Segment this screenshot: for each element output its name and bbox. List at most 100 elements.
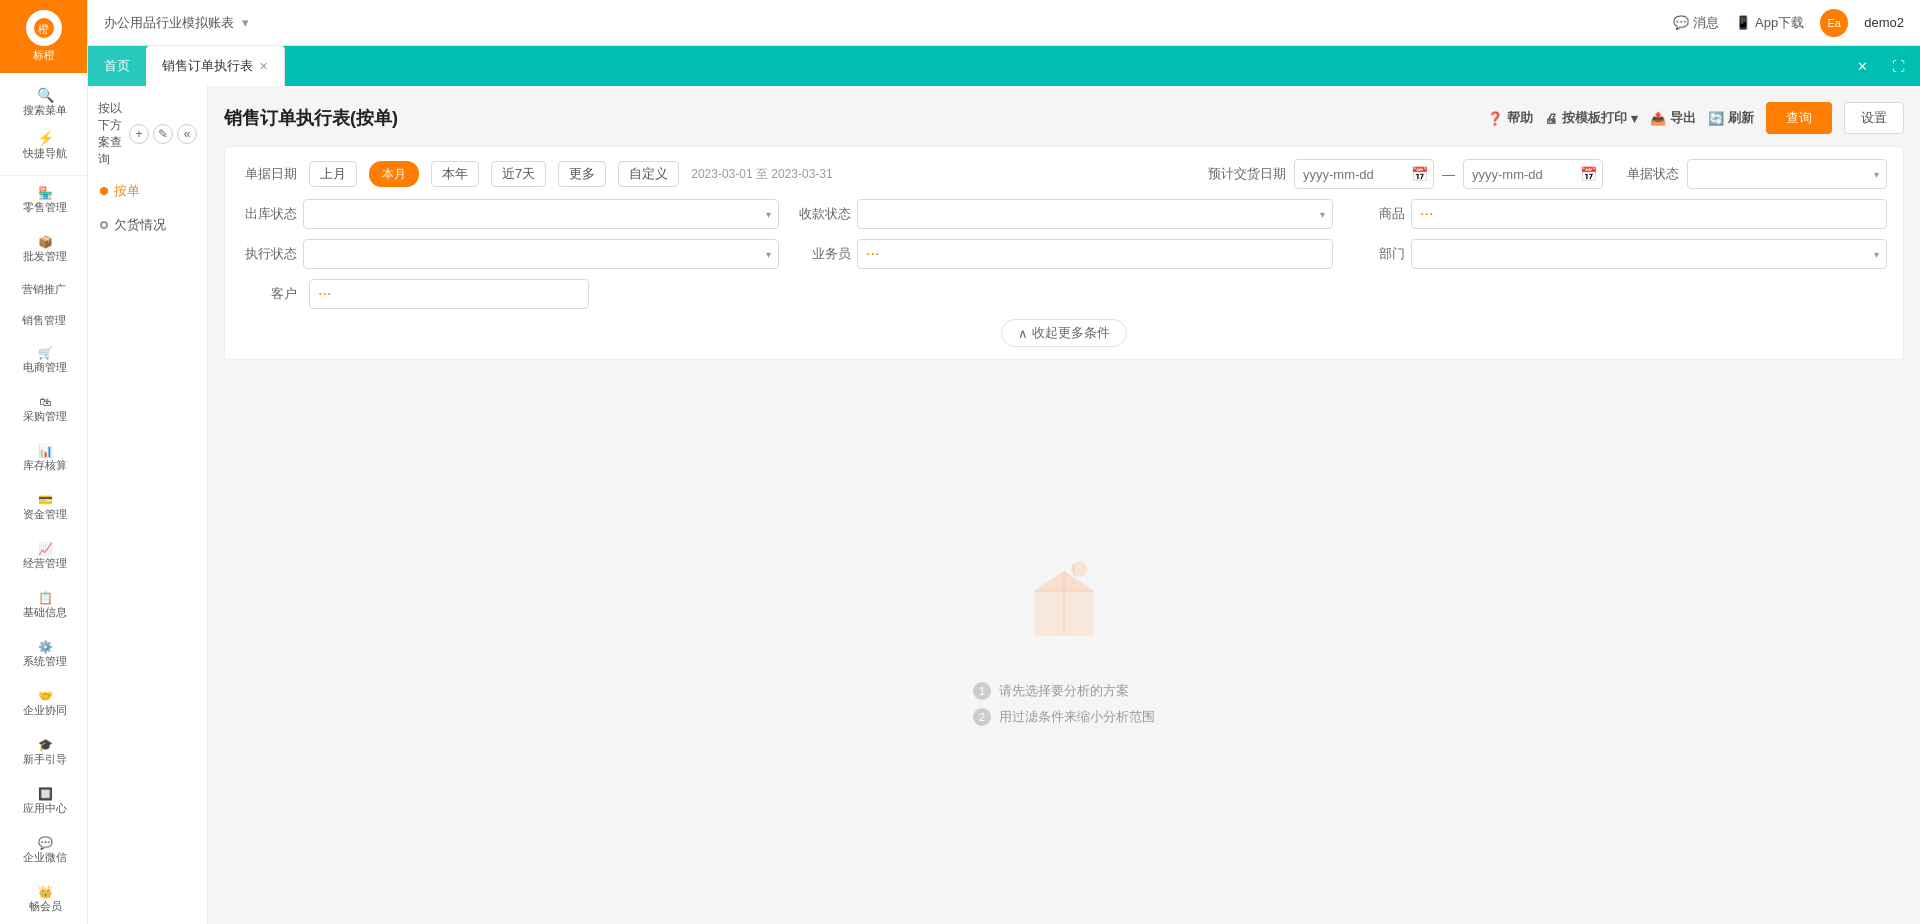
quicknav-label: 快捷导航 [23,146,67,161]
customer-label: 客户 [241,285,297,303]
sidebar-item-wholesale[interactable]: 📦 批发管理 [0,225,87,274]
search-menu-area: 🔍 搜索菜单 ⚡ 快捷导航 [0,73,87,176]
sidebar-sub-sales[interactable]: 销售管理 [0,305,87,336]
execution-label: 执行状态 [241,245,297,263]
date-btn-7days[interactable]: 近7天 [491,161,546,187]
shipment-select-wrap: ▾ [303,199,779,229]
expected-date-area: 预计交货日期 📅 — 📅 单据状态 ▾ [845,159,1887,189]
sidebar-item-basic[interactable]: 📋 基础信息 [0,581,87,630]
refresh-btn[interactable]: 🔄 刷新 [1708,109,1754,127]
message-label: 消息 [1693,14,1719,32]
edit-icon: ✎ [158,127,168,141]
sidebar-item-retail[interactable]: 🏪 零售管理 [0,176,87,225]
user-avatar[interactable]: Ea [1820,9,1848,37]
department-select[interactable] [1411,239,1887,269]
left-panel-collapse-btn[interactable]: « [177,124,197,144]
product-input-area[interactable]: ··· [1411,199,1887,229]
search-menu-label: 搜索菜单 [23,103,67,118]
left-panel-item-debt[interactable]: 欠货情况 [88,208,207,242]
execution-cell: 执行状态 ▾ [241,239,779,269]
sidebar-item-finance[interactable]: 💳 资金管理 [0,483,87,532]
product-label: 商品 [1349,205,1405,223]
empty-illustration: ! [1014,551,1114,670]
print-icon: 🖨 [1545,111,1558,126]
tip2-text: 用过滤条件来缩小分析范围 [999,708,1155,726]
tab-bar: 首页 销售订单执行表 ✕ ✕ ⛶ [88,46,1920,86]
filter-section: 单据日期 上月 本月 本年 近7天 更多 自定义 2023-03-01 至 20… [224,146,1904,360]
tab-bar-actions: ✕ ⛶ [1848,52,1920,80]
salesperson-input-area[interactable]: ··· [857,239,1333,269]
settings-button[interactable]: 设置 [1844,102,1904,134]
app-download-btn[interactable]: 📱 App下载 [1735,14,1804,32]
basic-label: 基础信息 [23,605,67,620]
export-btn[interactable]: 📤 导出 [1650,109,1696,127]
end-date-cal-icon[interactable]: 📅 [1580,166,1597,182]
left-panel-header: 按以下方案查询 + ✎ « [88,94,207,174]
execution-select[interactable] [303,239,779,269]
retail-icon: 🏪 [38,186,53,200]
operation-label: 经营管理 [23,556,67,571]
tab-home[interactable]: 首页 [88,46,146,86]
sidebar-sub-marketing[interactable]: 营销推广 [0,274,87,305]
sidebar-quicknav-btn[interactable]: ⚡ 快捷导航 [6,124,81,167]
empty-tip-2: 2 用过滤条件来缩小分析范围 [973,708,1155,726]
sidebar-item-operation[interactable]: 📈 经营管理 [0,532,87,581]
title-dropdown-icon[interactable]: ▾ [242,15,249,30]
top-header: 办公用品行业模拟账表 ▾ 💬 消息 📱 App下载 Ea demo2 [88,0,1920,46]
template-print-btn[interactable]: 🖨 按模板打印 ▾ [1545,109,1638,127]
salesperson-dots: ··· [866,245,879,263]
press-active-dot [100,187,108,195]
sidebar-item-member[interactable]: 👑 畅会员 [0,875,87,924]
date-btn-custom[interactable]: 自定义 [618,161,679,187]
tab-sales-order[interactable]: 销售订单执行表 ✕ [146,46,285,86]
query-button[interactable]: 查询 [1766,102,1832,134]
app-logo: 橙 标橙 [0,0,87,73]
salesperson-label: 业务员 [795,245,851,263]
window-close-btn[interactable]: ✕ [1848,52,1876,80]
left-panel-item-press[interactable]: 按单 [88,174,207,208]
date-btn-more[interactable]: 更多 [558,161,606,187]
start-date-cal-icon[interactable]: 📅 [1411,166,1428,182]
app-title: 办公用品行业模拟账表 [104,14,234,32]
header-right: 💬 消息 📱 App下载 Ea demo2 [1673,9,1904,37]
tab-close-btn[interactable]: ✕ [259,60,268,73]
sidebar-item-guide[interactable]: 🎓 新手引导 [0,728,87,777]
left-panel-add-btn[interactable]: + [129,124,149,144]
execution-select-wrap: ▾ [303,239,779,269]
sidebar-item-enterprise[interactable]: 🤝 企业协同 [0,679,87,728]
sidebar-item-purchase[interactable]: 🛍 采购管理 [0,385,87,434]
customer-dots: ··· [318,285,331,303]
customer-input-area[interactable]: ··· [309,279,589,309]
content-area: 按以下方案查询 + ✎ « 按单 欠 [88,86,1920,924]
help-btn[interactable]: ❓ 帮助 [1487,109,1533,127]
order-status-select[interactable] [1687,159,1887,189]
shipment-select[interactable] [303,199,779,229]
sales-label: 销售管理 [22,313,66,328]
window-expand-btn[interactable]: ⛶ [1884,52,1912,80]
collapse-area: ∧ 收起更多条件 [241,313,1887,347]
date-btn-last-month[interactable]: 上月 [309,161,357,187]
sidebar-item-inventory[interactable]: 📊 库存核算 [0,434,87,483]
sidebar-item-wechat[interactable]: 💬 企业微信 [0,826,87,875]
sidebar-item-ecommerce[interactable]: 🛒 电商管理 [0,336,87,385]
end-date-wrap: 📅 [1463,159,1603,189]
left-panel-title: 按以下方案查询 [98,100,129,168]
page-title-text: 销售订单执行表(按单) [224,106,398,130]
collapse-more-btn[interactable]: ∧ 收起更多条件 [1001,319,1127,347]
wechat-label: 企业微信 [23,850,67,865]
payment-select[interactable] [857,199,1333,229]
payment-select-wrap: ▾ [857,199,1333,229]
date-btn-this-month[interactable]: 本月 [369,161,419,187]
finance-label: 资金管理 [23,507,67,522]
sidebar-search-btn[interactable]: 🔍 搜索菜单 [6,81,81,124]
sidebar-item-system[interactable]: ⚙️ 系统管理 [0,630,87,679]
add-icon: + [135,127,142,141]
date-btn-this-year[interactable]: 本年 [431,161,479,187]
logo-icon: 橙 [26,10,62,46]
message-btn[interactable]: 💬 消息 [1673,14,1719,32]
quicknav-icon: ⚡ [37,130,54,146]
download-icon: 📱 [1735,15,1751,30]
left-panel-edit-btn[interactable]: ✎ [153,124,173,144]
start-date-wrap: 📅 [1294,159,1434,189]
sidebar-item-appstore[interactable]: 🔲 应用中心 [0,777,87,826]
